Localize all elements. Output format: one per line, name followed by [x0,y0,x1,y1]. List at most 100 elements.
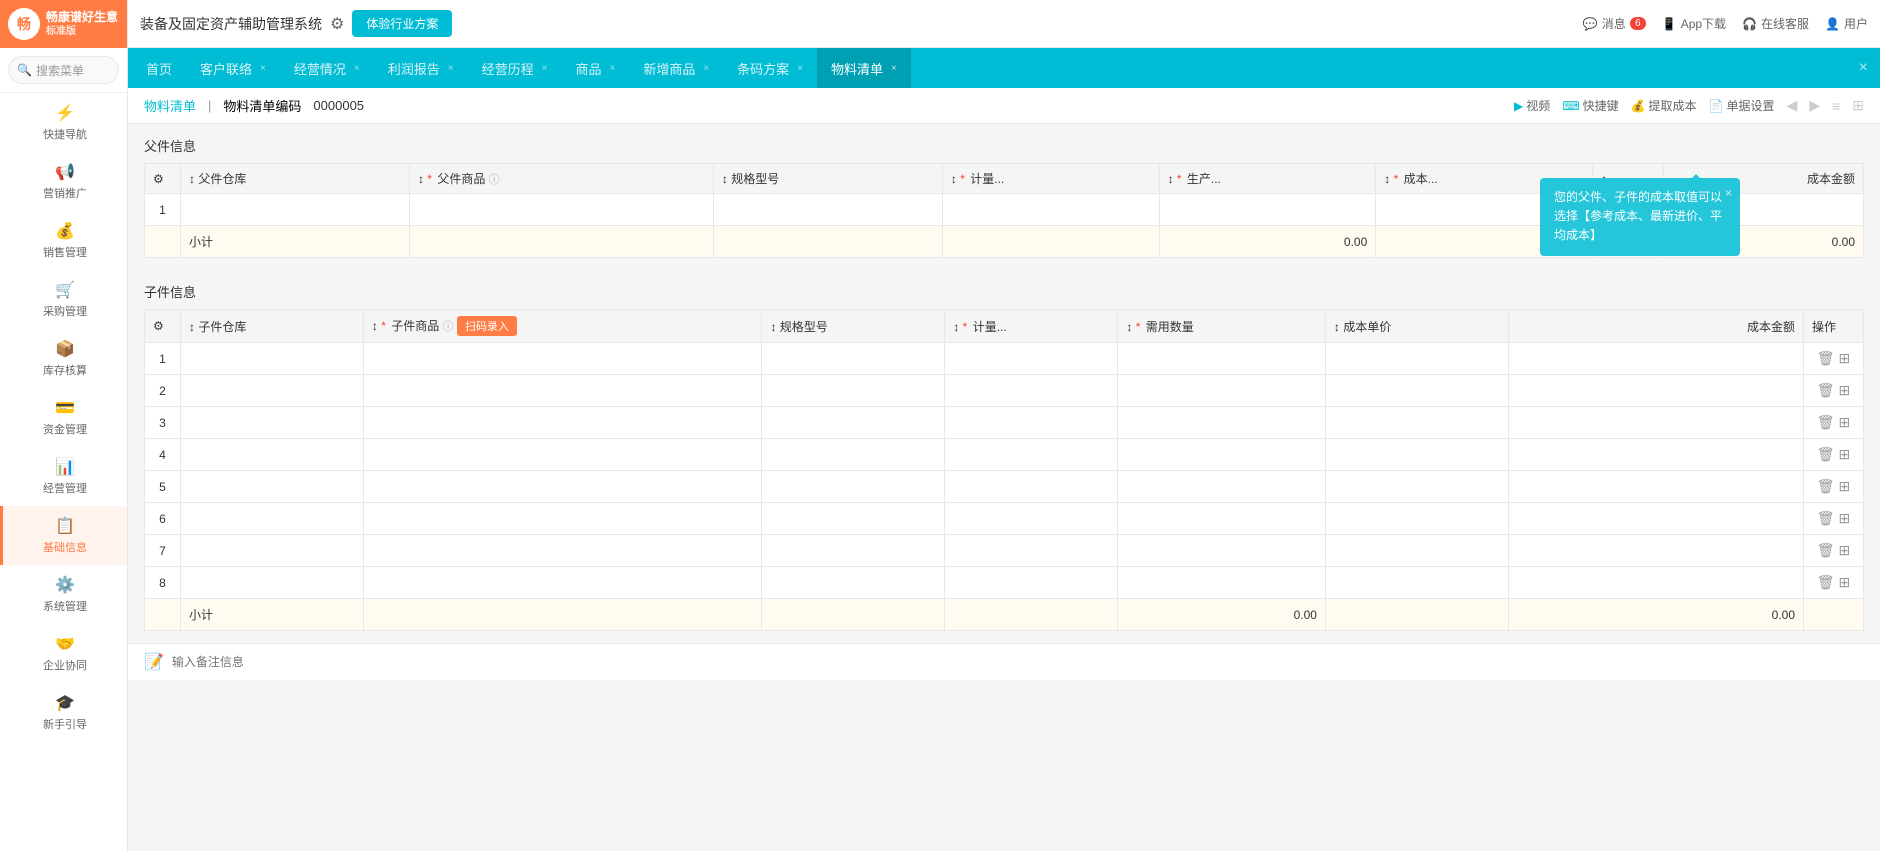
sidebar-item-tutorial[interactable]: 🎓 新手引导 [0,683,127,742]
copy-icon[interactable]: ⊞ [1839,574,1851,590]
child-qty-cell[interactable] [1118,567,1326,599]
child-spec-cell[interactable] [762,343,945,375]
nav-next-icon[interactable]: ▶ [1809,97,1820,114]
parent-product-info-icon[interactable]: ⓘ [489,174,500,186]
copy-icon[interactable]: ⊞ [1839,446,1851,462]
sidebar-item-finance[interactable]: 💳 资金管理 [0,388,127,447]
child-price-cell[interactable] [1325,567,1508,599]
child-product-cell[interactable] [363,407,762,439]
breadcrumb-list-link[interactable]: 物料清单 [144,96,196,115]
child-warehouse-cell[interactable] [181,471,364,503]
child-price-cell[interactable] [1325,343,1508,375]
sidebar-item-operations[interactable]: 📊 经营管理 [0,447,127,506]
sidebar-item-sales[interactable]: 💰 销售管理 [0,211,127,270]
nav-prev-icon[interactable]: ◀ [1787,97,1798,114]
child-price-cell[interactable] [1325,375,1508,407]
child-spec-cell[interactable] [762,535,945,567]
th-child-qty[interactable]: ↕ * 需用数量 [1118,310,1326,343]
copy-icon[interactable]: ⊞ [1839,478,1851,494]
child-warehouse-cell[interactable] [181,503,364,535]
tab-close-icon[interactable]: × [609,63,615,74]
th-child-price[interactable]: ↕ 成本单价 [1325,310,1508,343]
sidebar-item-basic-info[interactable]: 📋 基础信息 [0,506,127,565]
tab-product[interactable]: 商品 × [561,48,629,88]
message-button[interactable]: 💬 消息 6 [1583,15,1646,32]
experience-button[interactable]: 体验行业方案 [352,10,452,37]
th-child-product[interactable]: ↕ * 子件商品 ⓘ 扫码录入 [363,310,762,343]
tab-home[interactable]: 首页 [132,48,186,88]
child-product-cell[interactable] [363,471,762,503]
child-product-cell[interactable] [363,375,762,407]
sidebar-item-system[interactable]: ⚙️ 系统管理 [0,565,127,624]
sidebar-item-purchase[interactable]: 🛒 采购管理 [0,270,127,329]
parent-spec-cell[interactable] [713,194,942,226]
child-price-cell[interactable] [1325,407,1508,439]
parent-warehouse-cell[interactable] [181,194,410,226]
online-service-button[interactable]: 🎧 在线客服 [1742,15,1809,32]
delete-icon[interactable]: 🗑 [1817,574,1835,590]
copy-icon[interactable]: ⊞ [1839,350,1851,366]
child-qty-cell[interactable] [1118,535,1326,567]
child-qty-cell[interactable] [1118,503,1326,535]
tab-operations[interactable]: 经营情况 × [280,48,374,88]
child-price-cell[interactable] [1325,471,1508,503]
child-spec-cell[interactable] [762,503,945,535]
tooltip-close-button[interactable]: × [1725,184,1732,203]
child-unit-cell[interactable] [945,503,1118,535]
copy-icon[interactable]: ⊞ [1839,542,1851,558]
tab-close-icon[interactable]: × [797,63,803,74]
tab-barcode[interactable]: 条码方案 × [723,48,817,88]
th-child-spec[interactable]: ↕ 规格型号 [762,310,945,343]
th-parent-spec[interactable]: ↕ 规格型号 [713,164,942,194]
tab-close-icon[interactable]: × [354,63,360,74]
child-qty-cell[interactable] [1118,343,1326,375]
scan-input-button[interactable]: 扫码录入 [457,316,517,336]
delete-icon[interactable]: 🗑 [1817,414,1835,430]
shortcut-button[interactable]: ⌨ 快捷键 [1562,97,1618,114]
child-qty-cell[interactable] [1118,375,1326,407]
copy-icon[interactable]: ⊞ [1839,414,1851,430]
search-menu-button[interactable]: 🔍 搜索菜单 [8,56,119,84]
child-product-cell[interactable] [363,535,762,567]
child-qty-cell[interactable] [1118,471,1326,503]
child-spec-cell[interactable] [762,471,945,503]
parent-unit-cell[interactable] [942,194,1159,226]
delete-icon[interactable]: 🗑 [1817,478,1835,494]
parent-production-cell[interactable] [1159,194,1376,226]
child-unit-cell[interactable] [945,471,1118,503]
note-input[interactable] [172,655,1864,669]
tab-customer[interactable]: 客户联络 × [186,48,280,88]
child-product-cell[interactable] [363,503,762,535]
sidebar-item-enterprise[interactable]: 🤝 企业协同 [0,624,127,683]
doc-settings-button[interactable]: 📄 单据设置 [1709,97,1775,114]
extract-cost-button[interactable]: 💰 提取成本 [1631,97,1697,114]
th-parent-production[interactable]: ↕ * 生产... [1159,164,1376,194]
child-product-info-icon[interactable]: ⓘ [443,321,454,333]
sidebar-item-quick-nav[interactable]: ⚡ 快捷导航 [0,93,127,152]
child-product-cell[interactable] [363,343,762,375]
delete-icon[interactable]: 🗑 [1817,350,1835,366]
child-price-cell[interactable] [1325,503,1508,535]
child-warehouse-cell[interactable] [181,567,364,599]
child-unit-cell[interactable] [945,407,1118,439]
delete-icon[interactable]: 🗑 [1817,510,1835,526]
tab-close-all[interactable]: × [1851,59,1876,77]
copy-icon[interactable]: ⊞ [1839,382,1851,398]
copy-icon[interactable]: ⊞ [1839,510,1851,526]
sidebar-item-marketing[interactable]: 📢 营销推广 [0,152,127,211]
child-unit-cell[interactable] [945,439,1118,471]
list-icon[interactable]: ⊞ [1852,97,1864,114]
delete-icon[interactable]: 🗑 [1817,446,1835,462]
tab-close-icon[interactable]: × [891,63,897,74]
child-qty-cell[interactable] [1118,439,1326,471]
sidebar-item-inventory[interactable]: 📦 库存核算 [0,329,127,388]
settings-button[interactable]: ⚙ [330,14,344,34]
th-parent-warehouse[interactable]: ↕ 父件仓库 [181,164,410,194]
child-warehouse-cell[interactable] [181,407,364,439]
child-spec-cell[interactable] [762,407,945,439]
tab-close-icon[interactable]: × [703,63,709,74]
tab-bom[interactable]: 物料清单 × [817,48,911,88]
child-warehouse-cell[interactable] [181,535,364,567]
tab-close-icon[interactable]: × [542,63,548,74]
th-parent-unit[interactable]: ↕ * 计量... [942,164,1159,194]
